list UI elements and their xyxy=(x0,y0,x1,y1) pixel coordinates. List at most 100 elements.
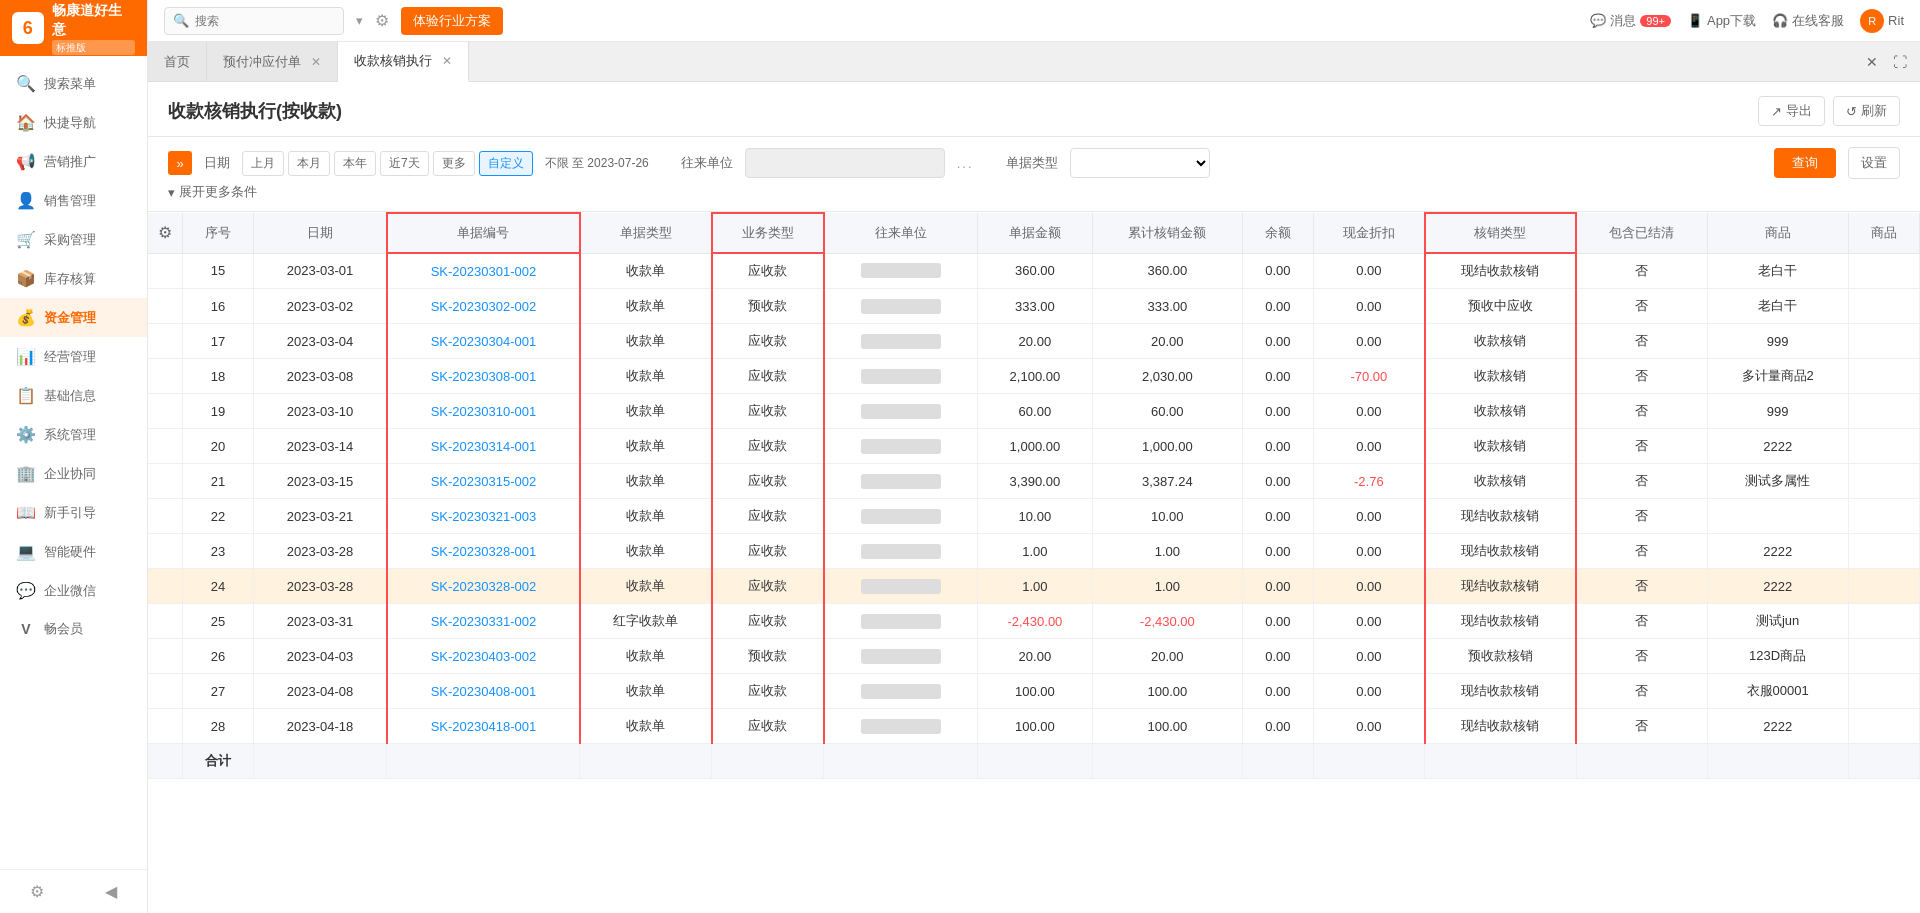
doc-no-link[interactable]: SK-20230321-003 xyxy=(431,509,537,524)
export-btn[interactable]: ↗ 导出 xyxy=(1758,96,1825,126)
doc-no-link[interactable]: SK-20230408-001 xyxy=(431,684,537,699)
table-cell: 应收款 xyxy=(712,394,824,429)
table-cell: 2222 xyxy=(1707,709,1848,744)
sidebar-item-corp[interactable]: 🏢 企业协同 xyxy=(0,454,147,493)
table-cell: 0.00 xyxy=(1313,674,1424,709)
sidebar-item-member[interactable]: V 畅会员 xyxy=(0,610,147,648)
tab-collection[interactable]: 收款核销执行 ✕ xyxy=(338,42,469,82)
filter-settings-btn[interactable]: 设置 xyxy=(1848,147,1900,179)
partner-input[interactable] xyxy=(745,148,945,178)
sidebar-item-label: 智能硬件 xyxy=(44,543,96,561)
sidebar-item-quick-nav[interactable]: 🏠 快捷导航 xyxy=(0,103,147,142)
table-cell: 0.00 xyxy=(1242,639,1313,674)
date-range-display: 不限 至 2023-07-26 xyxy=(545,155,649,172)
sidebar-nav: 🔍 搜索菜单 🏠 快捷导航 📢 营销推广 👤 销售管理 🛒 采购管理 📦 库存核… xyxy=(0,56,147,869)
app-download-btn[interactable]: 📱 App下载 xyxy=(1687,12,1756,30)
user-btn[interactable]: R Rit xyxy=(1860,9,1904,33)
sidebar-item-marketing[interactable]: 📢 营销推广 xyxy=(0,142,147,181)
col-goods: 商品 xyxy=(1707,213,1848,253)
sidebar-item-hardware[interactable]: 💻 智能硬件 xyxy=(0,532,147,571)
topbar-actions: 💬 消息 99+ 📱 App下载 🎧 在线客服 R Rit xyxy=(1590,9,1904,33)
table-cell: 0.00 xyxy=(1242,499,1313,534)
doc-no-link[interactable]: SK-20230310-001 xyxy=(431,404,537,419)
table-cell: 100.00 xyxy=(1092,674,1242,709)
refresh-btn[interactable]: ↺ 刷新 xyxy=(1833,96,1900,126)
doc-no-link[interactable]: SK-20230304-001 xyxy=(431,334,537,349)
sidebar-item-guide[interactable]: 📖 新手引导 xyxy=(0,493,147,532)
tab-close-collection[interactable]: ✕ xyxy=(442,54,452,68)
table-cell xyxy=(1848,499,1919,534)
online-service-btn[interactable]: 🎧 在线客服 xyxy=(1772,12,1844,30)
doc-no-link[interactable]: SK-20230308-001 xyxy=(431,369,537,384)
doc-no-link[interactable]: SK-20230403-002 xyxy=(431,649,537,664)
last-month-btn[interactable]: 上月 xyxy=(242,151,284,176)
page-content: 收款核销执行(按收款) ↗ 导出 ↺ 刷新 » 日期 上月 xyxy=(148,82,1920,913)
table-cell: 收款单 xyxy=(580,534,712,569)
filter-collapse-btn[interactable]: » xyxy=(168,151,192,175)
table-cell: 2,100.00 xyxy=(977,359,1092,394)
table-cell xyxy=(254,744,387,779)
sidebar-item-basic[interactable]: 📋 基础信息 xyxy=(0,376,147,415)
gear-icon[interactable]: ⚙ xyxy=(158,224,172,241)
doc-no-link[interactable]: SK-20230418-001 xyxy=(431,719,537,734)
doc-no-link[interactable]: SK-20230302-002 xyxy=(431,299,537,314)
table-cell: 应收款 xyxy=(712,499,824,534)
doc-no-link[interactable]: SK-20230314-001 xyxy=(431,439,537,454)
sidebar-item-sales[interactable]: 👤 销售管理 xyxy=(0,181,147,220)
col-settings[interactable]: ⚙ xyxy=(148,213,183,253)
maximize-icon[interactable]: ⛶ xyxy=(1888,50,1912,74)
doc-no-link[interactable]: SK-20230331-002 xyxy=(431,614,537,629)
search-input[interactable] xyxy=(195,14,315,28)
doc-no-link[interactable]: SK-20230328-001 xyxy=(431,544,537,559)
receipt-type-select[interactable] xyxy=(1070,148,1210,178)
table-cell: 2222 xyxy=(1707,534,1848,569)
table-cell: SK-20230302-002 xyxy=(387,289,580,324)
sidebar-item-finance[interactable]: 💰 资金管理 xyxy=(0,298,147,337)
sidebar-item-system[interactable]: ⚙️ 系统管理 xyxy=(0,415,147,454)
industry-btn[interactable]: 体验行业方案 xyxy=(401,7,503,35)
last-7days-btn[interactable]: 近7天 xyxy=(380,151,429,176)
collapse-icon[interactable]: ◀ xyxy=(105,882,117,901)
table-cell xyxy=(1576,744,1707,779)
data-table: ⚙ 序号 日期 单据编号 单据类型 业务类型 往来单位 单据金额 累计核销金额 … xyxy=(148,212,1920,779)
table-cell xyxy=(1848,569,1919,604)
doc-no-link[interactable]: SK-20230328-002 xyxy=(431,579,537,594)
table-cell xyxy=(1242,744,1313,779)
sidebar-item-wechat[interactable]: 💬 企业微信 xyxy=(0,571,147,610)
col-doc-no: 单据编号 xyxy=(387,213,580,253)
doc-no-link[interactable]: SK-20230315-002 xyxy=(431,474,537,489)
table-cell: -2.76 xyxy=(1313,464,1424,499)
table-cell: -2,430.00 xyxy=(977,604,1092,639)
tab-close-payable[interactable]: ✕ xyxy=(311,55,321,69)
data-table-container: ⚙ 序号 日期 单据编号 单据类型 业务类型 往来单位 单据金额 累计核销金额 … xyxy=(148,212,1920,913)
table-cell: -2,430.00 xyxy=(1092,604,1242,639)
close-icon[interactable]: ✕ xyxy=(1860,50,1884,74)
sidebar-item-purchase[interactable]: 🛒 采购管理 xyxy=(0,220,147,259)
this-year-btn[interactable]: 本年 xyxy=(334,151,376,176)
tab-payable[interactable]: 预付冲应付单 ✕ xyxy=(207,42,338,81)
table-cell: 100.00 xyxy=(977,709,1092,744)
sidebar-item-label: 搜索菜单 xyxy=(44,75,96,93)
settings-icon[interactable]: ⚙ xyxy=(30,882,44,901)
username: Rit xyxy=(1888,13,1904,28)
table-cell: 应收款 xyxy=(712,674,824,709)
query-btn[interactable]: 查询 xyxy=(1774,148,1836,178)
table-row: 252023-03-31SK-20230331-002红字收款单应收款█████… xyxy=(148,604,1920,639)
tab-home[interactable]: 首页 xyxy=(148,42,207,81)
filter-expand-btn[interactable]: ▾ 展开更多条件 xyxy=(168,183,1900,201)
sidebar-item-search[interactable]: 🔍 搜索菜单 xyxy=(0,64,147,103)
table-cell: 0.00 xyxy=(1313,429,1424,464)
gear-icon[interactable]: ⚙ xyxy=(375,11,389,30)
table-cell: 0.00 xyxy=(1242,569,1313,604)
custom-date-btn[interactable]: 自定义 xyxy=(479,151,533,176)
table-cell: 老白干 xyxy=(1707,289,1848,324)
more-btn[interactable]: 更多 xyxy=(433,151,475,176)
messages-btn[interactable]: 💬 消息 99+ xyxy=(1590,12,1671,30)
table-cell: 123D商品 xyxy=(1707,639,1848,674)
this-month-btn[interactable]: 本月 xyxy=(288,151,330,176)
sidebar-item-inventory[interactable]: 📦 库存核算 xyxy=(0,259,147,298)
sidebar-item-operation[interactable]: 📊 经营管理 xyxy=(0,337,147,376)
table-cell: 21 xyxy=(183,464,254,499)
sidebar-item-label: 快捷导航 xyxy=(44,114,96,132)
doc-no-link[interactable]: SK-20230301-002 xyxy=(431,264,537,279)
